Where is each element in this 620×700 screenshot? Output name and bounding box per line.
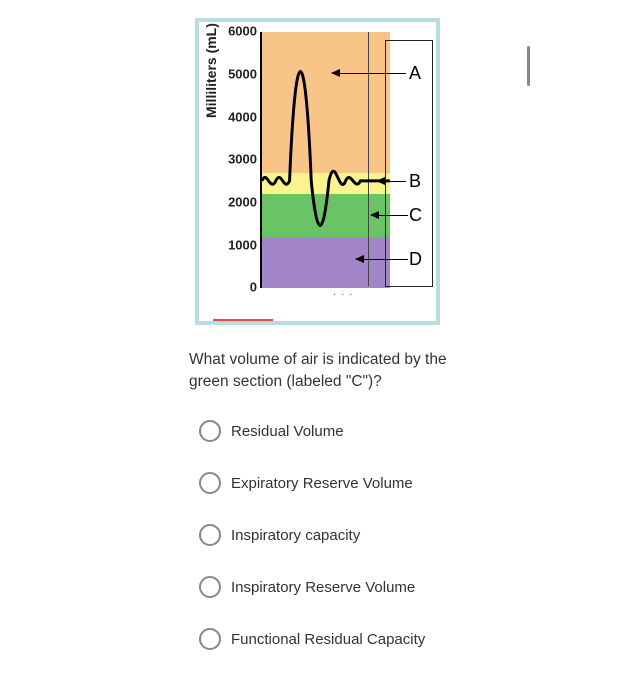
arrow-c — [371, 215, 408, 216]
question-text: What volume of air is indicated by the g… — [189, 349, 449, 392]
plot-area — [260, 32, 390, 288]
spirogram-curve — [262, 32, 390, 286]
radio-icon[interactable] — [199, 628, 221, 650]
arrow-d — [356, 259, 408, 260]
option-label: Expiratory Reserve Volume — [231, 475, 413, 492]
arrow-b — [377, 181, 406, 182]
tick-6000: 6000 — [228, 24, 257, 39]
radio-icon[interactable] — [199, 524, 221, 546]
radio-icon[interactable] — [199, 420, 221, 442]
red-underline — [213, 319, 273, 321]
option-inspiratory-reserve-volume[interactable]: Inspiratory Reserve Volume — [199, 576, 620, 598]
tick-0: 0 — [250, 280, 257, 295]
scrollbar-indicator — [527, 46, 530, 86]
option-inspiratory-capacity[interactable]: Inspiratory capacity — [199, 524, 620, 546]
arrow-a — [332, 73, 406, 74]
option-residual-volume[interactable]: Residual Volume — [199, 420, 620, 442]
label-a: A — [409, 63, 421, 84]
tick-5000: 5000 — [228, 67, 257, 82]
option-label: Functional Residual Capacity — [231, 631, 425, 648]
option-expiratory-reserve-volume[interactable]: Expiratory Reserve Volume — [199, 472, 620, 494]
label-d: D — [409, 249, 422, 270]
tick-3000: 3000 — [228, 152, 257, 167]
option-functional-residual-capacity[interactable]: Functional Residual Capacity — [199, 628, 620, 650]
radio-icon[interactable] — [199, 472, 221, 494]
spirogram-chart: Milliliters (mL) 6000 5000 4000 3000 200… — [195, 18, 440, 325]
radio-icon[interactable] — [199, 576, 221, 598]
option-label: Residual Volume — [231, 423, 344, 440]
answer-options: Residual Volume Expiratory Reserve Volum… — [199, 420, 620, 650]
region-label-box: A B C D — [385, 40, 433, 287]
decorative-dots: · · · — [333, 289, 354, 300]
option-label: Inspiratory capacity — [231, 527, 360, 544]
option-label: Inspiratory Reserve Volume — [231, 579, 415, 596]
tick-2000: 2000 — [228, 195, 257, 210]
y-axis-ticks: 6000 5000 4000 3000 2000 1000 0 — [217, 28, 257, 293]
label-c: C — [409, 205, 422, 226]
tick-4000: 4000 — [228, 110, 257, 125]
tick-1000: 1000 — [228, 238, 257, 253]
label-b: B — [409, 171, 421, 192]
